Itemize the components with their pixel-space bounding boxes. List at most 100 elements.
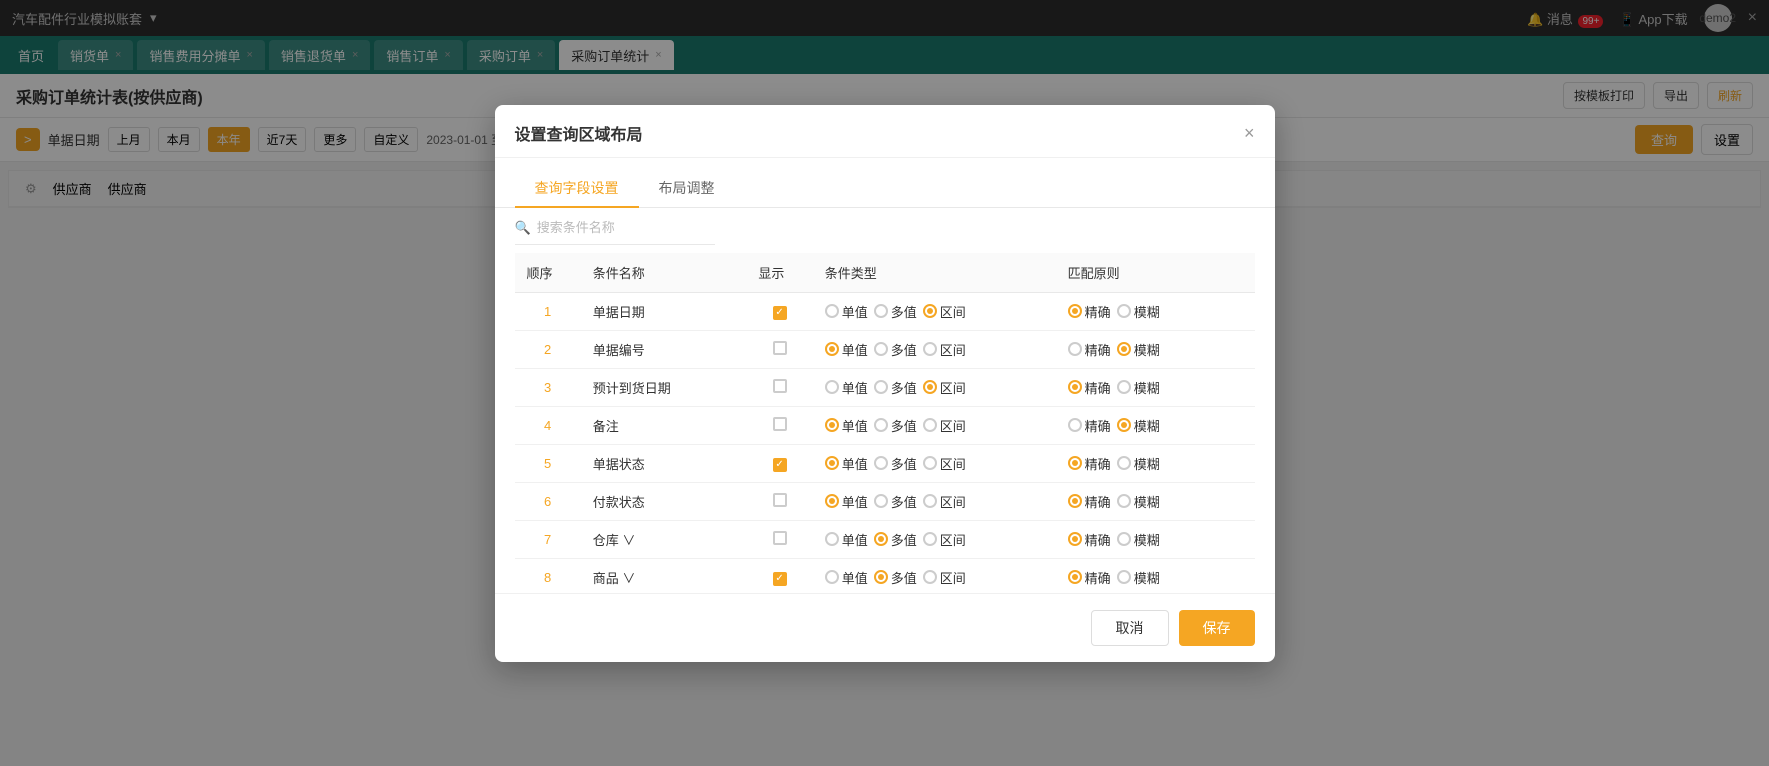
row-match: 精确 模糊 bbox=[1056, 406, 1255, 444]
checkbox-icon[interactable] bbox=[773, 379, 787, 393]
row-type: 单值 多值 区间 bbox=[813, 368, 1056, 406]
radio-multi[interactable]: 多值 bbox=[874, 416, 917, 435]
radio-range-icon bbox=[923, 418, 937, 432]
radio-range[interactable]: 区间 bbox=[923, 416, 966, 435]
radio-multi[interactable]: 多值 bbox=[874, 568, 917, 587]
radio-range[interactable]: 区间 bbox=[923, 340, 966, 359]
radio-single[interactable]: 单值 bbox=[825, 340, 868, 359]
row-order: 2 bbox=[515, 330, 581, 368]
radio-exact[interactable]: 精确 bbox=[1068, 340, 1111, 359]
table-row: 1单据日期 单值 多值 区间 精确 模糊 bbox=[515, 292, 1255, 330]
row-show-checkbox[interactable] bbox=[746, 406, 812, 444]
dialog-tab-query-fields[interactable]: 查询字段设置 bbox=[515, 170, 639, 208]
radio-multi[interactable]: 多值 bbox=[874, 302, 917, 321]
radio-fuzzy-icon bbox=[1117, 380, 1131, 394]
row-show-checkbox[interactable] bbox=[746, 558, 812, 593]
radio-multi[interactable]: 多值 bbox=[874, 378, 917, 397]
radio-fuzzy[interactable]: 模糊 bbox=[1117, 340, 1160, 359]
radio-single[interactable]: 单值 bbox=[825, 454, 868, 473]
checkbox-icon[interactable] bbox=[773, 493, 787, 507]
radio-fuzzy-icon bbox=[1117, 570, 1131, 584]
row-match: 精确 模糊 bbox=[1056, 292, 1255, 330]
radio-exact[interactable]: 精确 bbox=[1068, 302, 1111, 321]
dialog-footer: 取消 保存 bbox=[495, 593, 1275, 662]
radio-multi-icon bbox=[874, 418, 888, 432]
table-row: 7仓库 ∨ 单值 多值 区间 精确 模糊 bbox=[515, 520, 1255, 558]
radio-fuzzy[interactable]: 模糊 bbox=[1117, 492, 1160, 511]
radio-range[interactable]: 区间 bbox=[923, 378, 966, 397]
radio-fuzzy[interactable]: 模糊 bbox=[1117, 530, 1160, 549]
radio-fuzzy-icon bbox=[1117, 494, 1131, 508]
radio-fuzzy[interactable]: 模糊 bbox=[1117, 454, 1160, 473]
radio-exact[interactable]: 精确 bbox=[1068, 454, 1111, 473]
radio-multi[interactable]: 多值 bbox=[874, 454, 917, 473]
radio-single-icon bbox=[825, 494, 839, 508]
radio-exact-icon bbox=[1068, 342, 1082, 356]
radio-multi-icon bbox=[874, 342, 888, 356]
radio-single[interactable]: 单值 bbox=[825, 302, 868, 321]
radio-multi[interactable]: 多值 bbox=[874, 340, 917, 359]
radio-range[interactable]: 区间 bbox=[923, 454, 966, 473]
dialog-tab-layout[interactable]: 布局调整 bbox=[639, 170, 735, 208]
radio-exact[interactable]: 精确 bbox=[1068, 530, 1111, 549]
row-show-checkbox[interactable] bbox=[746, 520, 812, 558]
radio-fuzzy[interactable]: 模糊 bbox=[1117, 378, 1160, 397]
th-type: 条件类型 bbox=[813, 253, 1056, 293]
save-button[interactable]: 保存 bbox=[1179, 610, 1255, 646]
row-name: 单据状态 bbox=[581, 444, 747, 482]
radio-fuzzy[interactable]: 模糊 bbox=[1117, 302, 1160, 321]
radio-single-icon bbox=[825, 342, 839, 356]
row-show-checkbox[interactable] bbox=[746, 292, 812, 330]
radio-single[interactable]: 单值 bbox=[825, 378, 868, 397]
radio-single[interactable]: 单值 bbox=[825, 568, 868, 587]
checkbox-icon[interactable] bbox=[773, 341, 787, 355]
row-show-checkbox[interactable] bbox=[746, 330, 812, 368]
radio-multi[interactable]: 多值 bbox=[874, 492, 917, 511]
dialog-close-btn[interactable]: × bbox=[1244, 124, 1255, 142]
checkbox-icon[interactable] bbox=[773, 458, 787, 472]
row-show-checkbox[interactable] bbox=[746, 482, 812, 520]
checkbox-icon[interactable] bbox=[773, 306, 787, 320]
radio-single[interactable]: 单值 bbox=[825, 530, 868, 549]
radio-exact-icon bbox=[1068, 380, 1082, 394]
radio-single[interactable]: 单值 bbox=[825, 416, 868, 435]
radio-range[interactable]: 区间 bbox=[923, 530, 966, 549]
search-box: 🔍 bbox=[515, 220, 715, 245]
radio-range-icon bbox=[923, 456, 937, 470]
row-show-checkbox[interactable] bbox=[746, 444, 812, 482]
radio-single-icon bbox=[825, 570, 839, 584]
row-order: 8 bbox=[515, 558, 581, 593]
row-type: 单值 多值 区间 bbox=[813, 520, 1056, 558]
radio-range[interactable]: 区间 bbox=[923, 302, 966, 321]
radio-range[interactable]: 区间 bbox=[923, 568, 966, 587]
row-type: 单值 多值 区间 bbox=[813, 406, 1056, 444]
row-show-checkbox[interactable] bbox=[746, 368, 812, 406]
radio-fuzzy[interactable]: 模糊 bbox=[1117, 568, 1160, 587]
row-order: 6 bbox=[515, 482, 581, 520]
radio-exact-icon bbox=[1068, 418, 1082, 432]
cancel-button[interactable]: 取消 bbox=[1091, 610, 1169, 646]
radio-exact-icon bbox=[1068, 494, 1082, 508]
radio-exact[interactable]: 精确 bbox=[1068, 492, 1111, 511]
row-name: 付款状态 bbox=[581, 482, 747, 520]
radio-single[interactable]: 单值 bbox=[825, 492, 868, 511]
checkbox-icon[interactable] bbox=[773, 531, 787, 545]
checkbox-icon[interactable] bbox=[773, 572, 787, 586]
radio-exact[interactable]: 精确 bbox=[1068, 416, 1111, 435]
conditions-table-scroll[interactable]: 顺序 条件名称 显示 条件类型 匹配原则 1单据日期 单值 多值 bbox=[495, 253, 1275, 593]
radio-exact[interactable]: 精确 bbox=[1068, 568, 1111, 587]
radio-multi-icon bbox=[874, 304, 888, 318]
radio-range-icon bbox=[923, 494, 937, 508]
radio-exact[interactable]: 精确 bbox=[1068, 378, 1111, 397]
radio-multi[interactable]: 多值 bbox=[874, 530, 917, 549]
th-name: 条件名称 bbox=[581, 253, 747, 293]
radio-exact-icon bbox=[1068, 456, 1082, 470]
radio-fuzzy[interactable]: 模糊 bbox=[1117, 416, 1160, 435]
radio-multi-icon bbox=[874, 570, 888, 584]
checkbox-icon[interactable] bbox=[773, 417, 787, 431]
table-row: 6付款状态 单值 多值 区间 精确 模糊 bbox=[515, 482, 1255, 520]
conditions-table: 顺序 条件名称 显示 条件类型 匹配原则 1单据日期 单值 多值 bbox=[515, 253, 1255, 593]
search-input[interactable] bbox=[537, 220, 697, 235]
row-type: 单值 多值 区间 bbox=[813, 292, 1056, 330]
radio-range[interactable]: 区间 bbox=[923, 492, 966, 511]
